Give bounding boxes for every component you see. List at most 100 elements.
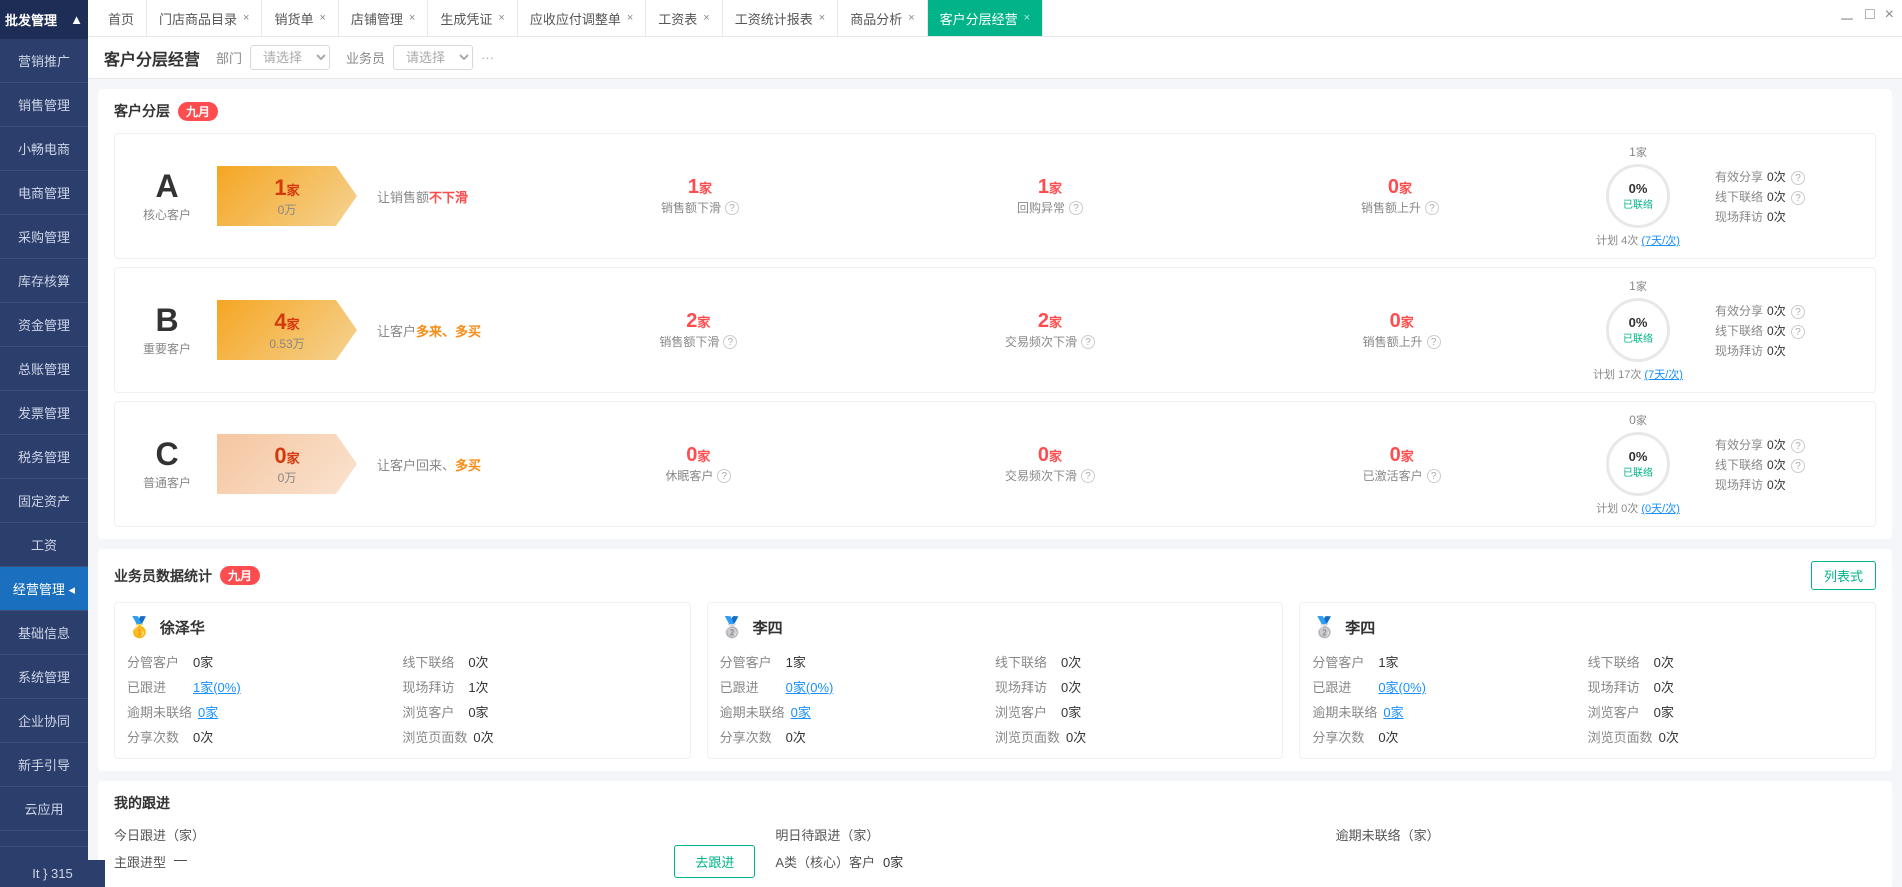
today-followup-rows: 主跟进型 — bbox=[114, 852, 654, 871]
close-icon[interactable]: × bbox=[703, 12, 709, 24]
tier-b-slogan: 让客户多来、多买 bbox=[367, 321, 527, 340]
staff-3-followed[interactable]: 0家(0%) bbox=[1378, 677, 1426, 696]
staff-2-followed[interactable]: 0家(0%) bbox=[786, 677, 834, 696]
tier-a-count-bg: 1家 0万 bbox=[217, 166, 357, 226]
info-icon[interactable]: ? bbox=[1425, 201, 1439, 215]
main-area: 首页 门店商品目录 × 销货单 × 店铺管理 × 生成凭证 × 应收应付调整单 … bbox=[88, 0, 1902, 887]
sidebar-item-电商管理[interactable]: 电商管理 bbox=[0, 171, 88, 215]
info-icon[interactable]: ? bbox=[1427, 335, 1441, 349]
go-followup-button[interactable]: 去跟进 bbox=[674, 845, 755, 878]
close-icon[interactable]: × bbox=[819, 12, 825, 24]
sidebar-collapse-icon[interactable]: ▲ bbox=[70, 12, 83, 27]
tier-c-plan-link[interactable]: (0天/次) bbox=[1641, 503, 1680, 515]
close-icon[interactable]: × bbox=[319, 12, 325, 24]
list-view-button[interactable]: 列表式 bbox=[1811, 561, 1876, 590]
tab-工资统计报表[interactable]: 工资统计报表 × bbox=[723, 0, 838, 36]
metric-b-1: 2家 销售额下滑 ? bbox=[658, 310, 738, 350]
info-icon[interactable]: ? bbox=[1081, 469, 1095, 483]
tab-应收应付调整单[interactable]: 应收应付调整单 × bbox=[518, 0, 646, 36]
sidebar-item-经营管理[interactable]: 经营管理 ◂ bbox=[0, 567, 88, 611]
sidebar-item-小畅电商[interactable]: 小畅电商 bbox=[0, 127, 88, 171]
sidebar: 批发管理 ▲ 营销推广 销售管理 小畅电商 电商管理 采购管理 库存核算 资金管… bbox=[0, 0, 88, 887]
sidebar-item-总账管理[interactable]: 总账管理 bbox=[0, 347, 88, 391]
tier-b-side-stats: 有效分享 0次 ? 线下联络 0次 ? 现场拜访 0次 bbox=[1703, 302, 1863, 359]
filter-more-dots[interactable]: ··· bbox=[481, 50, 494, 65]
tomorrow-row-1: A类（核心）客户 0家 bbox=[775, 852, 1315, 871]
staff-grid: 🥇 徐泽华 分管客户0家 线下联络0次 已跟进1家(0%) 现场拜访1次 逾期未… bbox=[114, 602, 1876, 759]
info-icon[interactable]: ? bbox=[1069, 201, 1083, 215]
dept-select[interactable]: 请选择 bbox=[250, 45, 330, 70]
close-icon[interactable]: × bbox=[1024, 12, 1030, 24]
sidebar-item-税务管理[interactable]: 税务管理 bbox=[0, 435, 88, 479]
sidebar-item-新手引导[interactable]: 新手引导 bbox=[0, 743, 88, 787]
sidebar-item-库存核算[interactable]: 库存核算 bbox=[0, 259, 88, 303]
tomorrow-col-title: 明日待跟进（家） bbox=[775, 825, 1315, 844]
sidebar-item-企业协同[interactable]: 企业协同 bbox=[0, 699, 88, 743]
biz-month-badge: 九月 bbox=[220, 566, 260, 585]
tier-b-plan-link[interactable]: (7天/次) bbox=[1644, 369, 1683, 381]
sidebar-item-工资[interactable]: 工资 bbox=[0, 523, 88, 567]
followup-section: 我的跟进 今日跟进（家） 主跟进型 — 去跟进 明日待跟进（家） bbox=[98, 781, 1892, 887]
sidebar-item-基础信息[interactable]: 基础信息 bbox=[0, 611, 88, 655]
content-area: 客户分层经营 部门 请选择 业务员 请选择 ··· 客户分层 九月 bbox=[88, 37, 1902, 887]
sidebar-item-发票管理[interactable]: 发票管理 bbox=[0, 391, 88, 435]
sidebar-item-销售管理[interactable]: 销售管理 bbox=[0, 83, 88, 127]
metric-a-2: 1家 回购异常 ? bbox=[1010, 176, 1090, 216]
info-icon[interactable]: ? bbox=[725, 201, 739, 215]
tier-a-plan-link[interactable]: (7天/次) bbox=[1641, 235, 1680, 247]
close-icon[interactable]: × bbox=[908, 12, 914, 24]
sales-label: 业务员 bbox=[346, 48, 385, 67]
tab-工资表[interactable]: 工资表 × bbox=[646, 0, 722, 36]
tab-window-maximize[interactable]: □ bbox=[1865, 6, 1875, 30]
tier-b-metrics: 2家 销售额下滑 ? 2家 交易频次下滑 ? 0家 销售额上升 ? bbox=[527, 310, 1573, 350]
staff-card-2: 🥈 李四 分管客户1家 线下联络0次 已跟进0家(0%) 现场拜访0次 逾期未联… bbox=[707, 602, 1284, 759]
sidebar-item-固定资产[interactable]: 固定资产 bbox=[0, 479, 88, 523]
close-icon[interactable]: × bbox=[498, 12, 504, 24]
staff-3-overdue[interactable]: 0家 bbox=[1383, 702, 1403, 721]
tab-bar: 首页 门店商品目录 × 销货单 × 店铺管理 × 生成凭证 × 应收应付调整单 … bbox=[88, 0, 1902, 37]
sidebar-item-资金管理[interactable]: 资金管理 bbox=[0, 303, 88, 347]
close-icon[interactable]: × bbox=[409, 12, 415, 24]
metric-c-2: 0家 交易频次下滑 ? bbox=[1005, 444, 1095, 484]
sidebar-item-营销推广[interactable]: 营销推广 bbox=[0, 39, 88, 83]
tab-window-minimize[interactable]: － bbox=[1839, 6, 1855, 30]
metric-a-3: 0家 销售额上升 ? bbox=[1360, 176, 1440, 216]
info-icon[interactable]: ? bbox=[717, 469, 731, 483]
close-icon[interactable]: × bbox=[627, 12, 633, 24]
info-icon[interactable]: ? bbox=[723, 335, 737, 349]
tab-商品分析[interactable]: 商品分析 × bbox=[838, 0, 927, 36]
tab-首页[interactable]: 首页 bbox=[96, 0, 147, 36]
tab-window-close[interactable]: × bbox=[1885, 6, 1894, 30]
bottom-status-bar: It } 315 bbox=[0, 860, 105, 887]
tab-店铺管理[interactable]: 店铺管理 × bbox=[339, 0, 428, 36]
staff-3-name: 李四 bbox=[1345, 617, 1375, 638]
tab-销货单[interactable]: 销货单 × bbox=[262, 0, 338, 36]
today-col-title: 今日跟进（家） bbox=[114, 825, 654, 844]
tier-c-metrics: 0家 休眠客户 ? 0家 交易频次下滑 ? 0家 已激活客户 ? bbox=[527, 444, 1573, 484]
tier-a-metrics: 1家 销售额下滑 ? 1家 回购异常 ? 0家 销售额上升 ? bbox=[527, 176, 1573, 216]
tier-b-amount: 0.53万 bbox=[269, 335, 304, 352]
info-icon[interactable]: ? bbox=[1427, 469, 1441, 483]
sidebar-item-云应用[interactable]: 云应用 bbox=[0, 787, 88, 831]
tab-客户分层经营[interactable]: 客户分层经营 × bbox=[928, 0, 1043, 36]
tier-a-slogan: 让销售额不下滑 bbox=[367, 187, 527, 206]
tier-c-count-bg: 0家 0万 bbox=[217, 434, 357, 494]
tier-b-contact: 1家 0% 已联络 计划 17次 (7天/次) bbox=[1573, 278, 1703, 382]
sidebar-item-采购管理[interactable]: 采购管理 bbox=[0, 215, 88, 259]
sidebar-header[interactable]: 批发管理 ▲ bbox=[0, 0, 88, 39]
staff-1-overdue[interactable]: 0家 bbox=[198, 702, 218, 721]
biz-title: 业务员数据统计 九月 bbox=[114, 566, 260, 586]
tier-c-letter: C bbox=[155, 438, 178, 470]
tier-a-number: 1家 bbox=[274, 175, 299, 201]
staff-2-overdue[interactable]: 0家 bbox=[791, 702, 811, 721]
tier-b-name: 重要客户 bbox=[143, 340, 191, 357]
info-icon[interactable]: ? bbox=[1081, 335, 1095, 349]
tab-生成凭证[interactable]: 生成凭证 × bbox=[428, 0, 517, 36]
tier-a-side-stats: 有效分享 0次 ? 线下联络 0次 ? 现场拜访 0次 bbox=[1703, 168, 1863, 225]
sales-select[interactable]: 请选择 bbox=[393, 45, 473, 70]
tab-门店商品目录[interactable]: 门店商品目录 × bbox=[147, 0, 262, 36]
sidebar-item-系统管理[interactable]: 系统管理 bbox=[0, 655, 88, 699]
staff-1-followed[interactable]: 1家(0%) bbox=[193, 677, 241, 696]
close-icon[interactable]: × bbox=[243, 12, 249, 24]
tier-c-count-block: 0家 0万 bbox=[207, 434, 367, 494]
